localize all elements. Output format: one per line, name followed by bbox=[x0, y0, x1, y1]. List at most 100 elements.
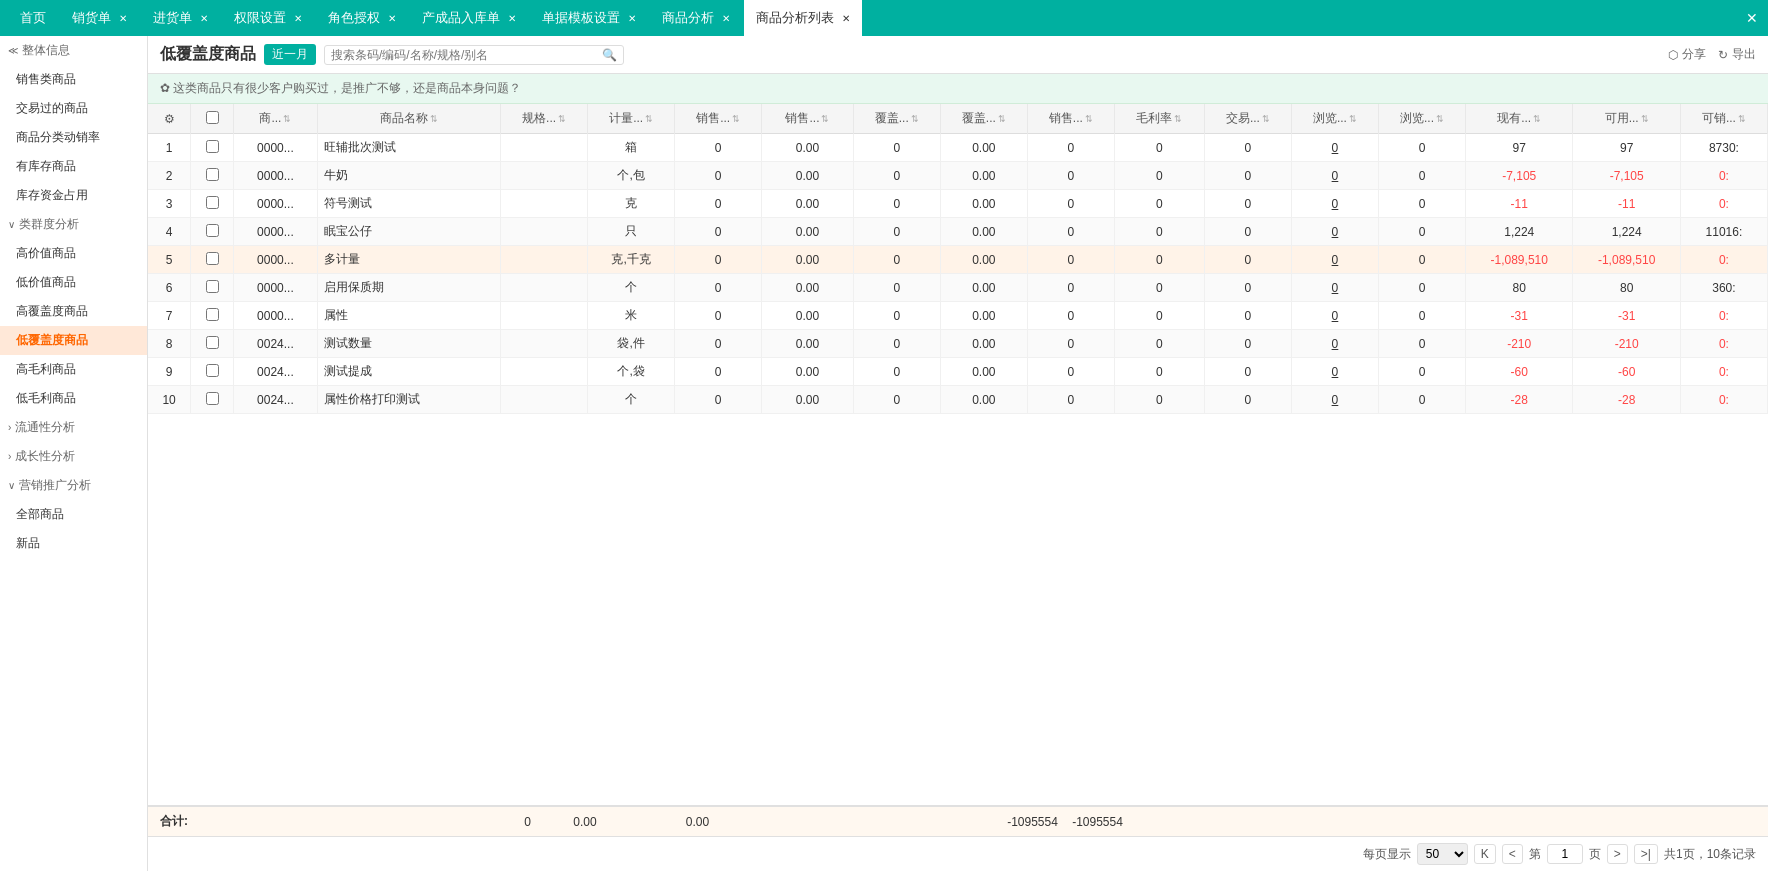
col-browse2[interactable]: 浏览...⇅ bbox=[1378, 104, 1465, 134]
nav-tab-analysis[interactable]: 商品分析 ✕ bbox=[650, 0, 742, 36]
sidebar-item-in-stock[interactable]: 有库存商品 bbox=[0, 152, 147, 181]
nav-tab-analysis-close[interactable]: ✕ bbox=[722, 13, 730, 24]
browse-link[interactable]: 0 bbox=[1332, 309, 1339, 323]
col-cover1[interactable]: 覆盖...⇅ bbox=[853, 104, 940, 134]
browse-link[interactable]: 0 bbox=[1332, 281, 1339, 295]
col-spec[interactable]: 规格...⇅ bbox=[501, 104, 588, 134]
sidebar-item-low-coverage[interactable]: 低覆盖度商品 bbox=[0, 326, 147, 355]
row-checkbox-cell[interactable] bbox=[191, 246, 234, 274]
page-number-input[interactable] bbox=[1547, 844, 1583, 864]
col-available-stock[interactable]: 可用...⇅ bbox=[1573, 104, 1680, 134]
row-checkbox[interactable] bbox=[206, 392, 219, 405]
sidebar-item-sales-goods[interactable]: 销售类商品 bbox=[0, 65, 147, 94]
browse-link[interactable]: 0 bbox=[1332, 197, 1339, 211]
sidebar-item-all-goods[interactable]: 全部商品 bbox=[0, 500, 147, 529]
search-input[interactable] bbox=[331, 48, 598, 62]
col-sales-qty[interactable]: 销售...⇅ bbox=[675, 104, 762, 134]
row-checkbox-cell[interactable] bbox=[191, 218, 234, 246]
nav-tab-permission[interactable]: 权限设置 ✕ bbox=[222, 0, 314, 36]
col-current-stock[interactable]: 现有...⇅ bbox=[1466, 104, 1573, 134]
col-trans[interactable]: 交易...⇅ bbox=[1204, 104, 1291, 134]
nav-tab-role-close[interactable]: ✕ bbox=[388, 13, 396, 24]
col-checkbox[interactable] bbox=[191, 104, 234, 134]
row-checkbox[interactable] bbox=[206, 252, 219, 265]
browse-link[interactable]: 0 bbox=[1332, 393, 1339, 407]
col-sales-amt[interactable]: 销售...⇅ bbox=[762, 104, 854, 134]
next-page-button[interactable]: > bbox=[1607, 844, 1628, 864]
nav-tab-product-close[interactable]: ✕ bbox=[508, 13, 516, 24]
col-settings[interactable]: ⚙ bbox=[148, 104, 191, 134]
sidebar-item-high-coverage[interactable]: 高覆盖度商品 bbox=[0, 297, 147, 326]
row-checkbox-cell[interactable] bbox=[191, 162, 234, 190]
row-browse1[interactable]: 0 bbox=[1291, 246, 1378, 274]
nav-tab-purchase[interactable]: 进货单 ✕ bbox=[141, 0, 220, 36]
row-checkbox[interactable] bbox=[206, 364, 219, 377]
nav-tab-sales[interactable]: 销货单 ✕ bbox=[60, 0, 139, 36]
share-button[interactable]: ⬡ 分享 bbox=[1668, 46, 1706, 63]
sidebar-item-high-value[interactable]: 高价值商品 bbox=[0, 239, 147, 268]
nav-tab-analysis-list[interactable]: 商品分析列表 ✕ bbox=[744, 0, 862, 36]
search-icon[interactable]: 🔍 bbox=[602, 48, 617, 62]
col-sales3[interactable]: 销售...⇅ bbox=[1027, 104, 1114, 134]
nav-tab-purchase-close[interactable]: ✕ bbox=[200, 13, 208, 24]
export-button[interactable]: ↻ 导出 bbox=[1718, 46, 1756, 63]
row-checkbox-cell[interactable] bbox=[191, 302, 234, 330]
col-name[interactable]: 商品名称⇅ bbox=[317, 104, 500, 134]
row-checkbox[interactable] bbox=[206, 168, 219, 181]
browse-link[interactable]: 0 bbox=[1332, 365, 1339, 379]
col-unit[interactable]: 计量...⇅ bbox=[588, 104, 675, 134]
row-checkbox-cell[interactable] bbox=[191, 134, 234, 162]
row-browse1[interactable]: 0 bbox=[1291, 274, 1378, 302]
browse-link[interactable]: 0 bbox=[1332, 253, 1339, 267]
nav-tab-role[interactable]: 角色授权 ✕ bbox=[316, 0, 408, 36]
row-checkbox[interactable] bbox=[206, 280, 219, 293]
row-checkbox-cell[interactable] bbox=[191, 386, 234, 414]
col-saleable[interactable]: 可销...⇅ bbox=[1680, 104, 1767, 134]
sidebar-item-low-profit[interactable]: 低毛利商品 bbox=[0, 384, 147, 413]
col-cover2[interactable]: 覆盖...⇅ bbox=[940, 104, 1027, 134]
sidebar-item-traded-goods[interactable]: 交易过的商品 bbox=[0, 94, 147, 123]
sidebar-section-growth[interactable]: › 成长性分析 bbox=[0, 442, 147, 471]
row-checkbox[interactable] bbox=[206, 336, 219, 349]
sidebar-item-high-profit[interactable]: 高毛利商品 bbox=[0, 355, 147, 384]
nav-tab-template-close[interactable]: ✕ bbox=[628, 13, 636, 24]
sidebar-section-cluster[interactable]: ∨ 类群度分析 bbox=[0, 210, 147, 239]
sidebar-item-category-rate[interactable]: 商品分类动销率 bbox=[0, 123, 147, 152]
col-code[interactable]: 商...⇅ bbox=[233, 104, 317, 134]
nav-tab-permission-close[interactable]: ✕ bbox=[294, 13, 302, 24]
sidebar-item-stock-capital[interactable]: 库存资金占用 bbox=[0, 181, 147, 210]
row-browse1[interactable]: 0 bbox=[1291, 134, 1378, 162]
row-checkbox[interactable] bbox=[206, 308, 219, 321]
nav-tab-analysis-list-close[interactable]: ✕ bbox=[842, 13, 850, 24]
time-filter-button[interactable]: 近一月 bbox=[264, 44, 316, 65]
nav-tab-template[interactable]: 单据模板设置 ✕ bbox=[530, 0, 648, 36]
nav-tab-product[interactable]: 产成品入库单 ✕ bbox=[410, 0, 528, 36]
row-checkbox-cell[interactable] bbox=[191, 190, 234, 218]
row-browse1[interactable]: 0 bbox=[1291, 218, 1378, 246]
sidebar-section-overall[interactable]: ≪ 整体信息 bbox=[0, 36, 147, 65]
col-browse1[interactable]: 浏览...⇅ bbox=[1291, 104, 1378, 134]
per-page-select[interactable]: 50 20 100 bbox=[1417, 843, 1468, 865]
row-checkbox-cell[interactable] bbox=[191, 358, 234, 386]
row-browse1[interactable]: 0 bbox=[1291, 386, 1378, 414]
prev-page-button[interactable]: < bbox=[1502, 844, 1523, 864]
row-checkbox[interactable] bbox=[206, 224, 219, 237]
row-checkbox[interactable] bbox=[206, 196, 219, 209]
sidebar-section-circulation[interactable]: › 流通性分析 bbox=[0, 413, 147, 442]
row-checkbox[interactable] bbox=[206, 140, 219, 153]
row-checkbox-cell[interactable] bbox=[191, 274, 234, 302]
first-page-button[interactable]: K bbox=[1474, 844, 1496, 864]
row-browse1[interactable]: 0 bbox=[1291, 162, 1378, 190]
close-all-button[interactable]: ✕ bbox=[1746, 10, 1758, 26]
sidebar-section-marketing[interactable]: ∨ 营销推广分析 bbox=[0, 471, 147, 500]
select-all-checkbox[interactable] bbox=[206, 111, 219, 124]
browse-link[interactable]: 0 bbox=[1332, 225, 1339, 239]
nav-tab-home[interactable]: 首页 bbox=[8, 0, 58, 36]
browse-link[interactable]: 0 bbox=[1332, 337, 1339, 351]
browse-link[interactable]: 0 bbox=[1332, 141, 1339, 155]
row-browse1[interactable]: 0 bbox=[1291, 330, 1378, 358]
row-browse1[interactable]: 0 bbox=[1291, 358, 1378, 386]
last-page-button[interactable]: >| bbox=[1634, 844, 1658, 864]
nav-tab-sales-close[interactable]: ✕ bbox=[119, 13, 127, 24]
sidebar-item-new-goods[interactable]: 新品 bbox=[0, 529, 147, 558]
